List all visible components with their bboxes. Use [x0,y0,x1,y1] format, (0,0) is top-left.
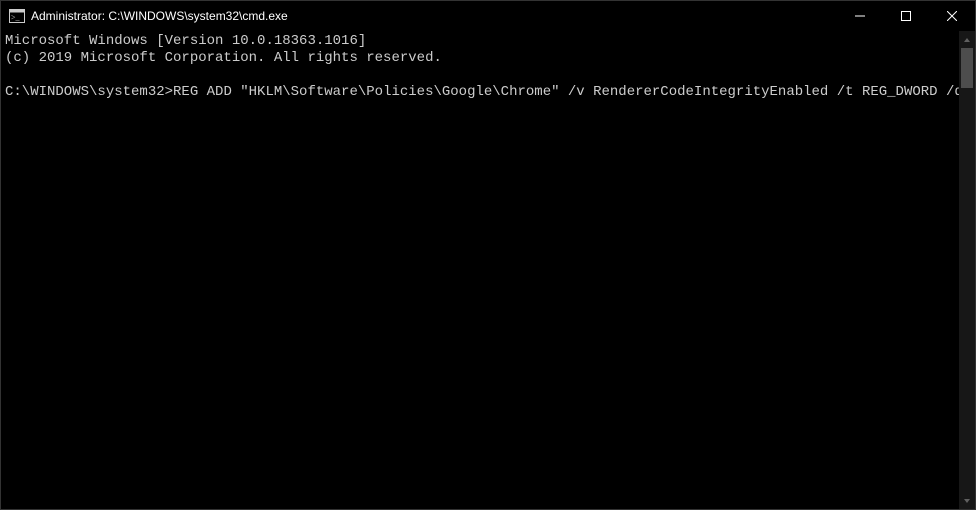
cmd-icon: >_ [9,8,25,24]
prompt: C:\WINDOWS\system32> [5,84,173,100]
scroll-up-button[interactable] [959,31,975,48]
scrollbar-thumb[interactable] [961,48,973,88]
window-title: Administrator: C:\WINDOWS\system32\cmd.e… [31,9,288,23]
vertical-scrollbar[interactable] [959,31,975,509]
maximize-button[interactable] [883,1,929,31]
scrollbar-track[interactable] [959,48,975,492]
terminal-output[interactable]: Microsoft Windows [Version 10.0.18363.10… [1,31,959,509]
output-line: Microsoft Windows [Version 10.0.18363.10… [5,33,366,49]
close-button[interactable] [929,1,975,31]
output-line: (c) 2019 Microsoft Corporation. All righ… [5,50,442,66]
minimize-button[interactable] [837,1,883,31]
titlebar[interactable]: >_ Administrator: C:\WINDOWS\system32\cm… [1,1,975,31]
scroll-down-button[interactable] [959,492,975,509]
prompt-line: C:\WINDOWS\system32>REG ADD "HKLM\Softwa… [5,84,959,100]
cmd-window: >_ Administrator: C:\WINDOWS\system32\cm… [0,0,976,510]
svg-text:>_: >_ [11,13,21,22]
client-area: Microsoft Windows [Version 10.0.18363.10… [1,31,975,509]
window-controls [837,1,975,31]
command-input[interactable]: REG ADD "HKLM\Software\Policies\Google\C… [173,84,959,100]
